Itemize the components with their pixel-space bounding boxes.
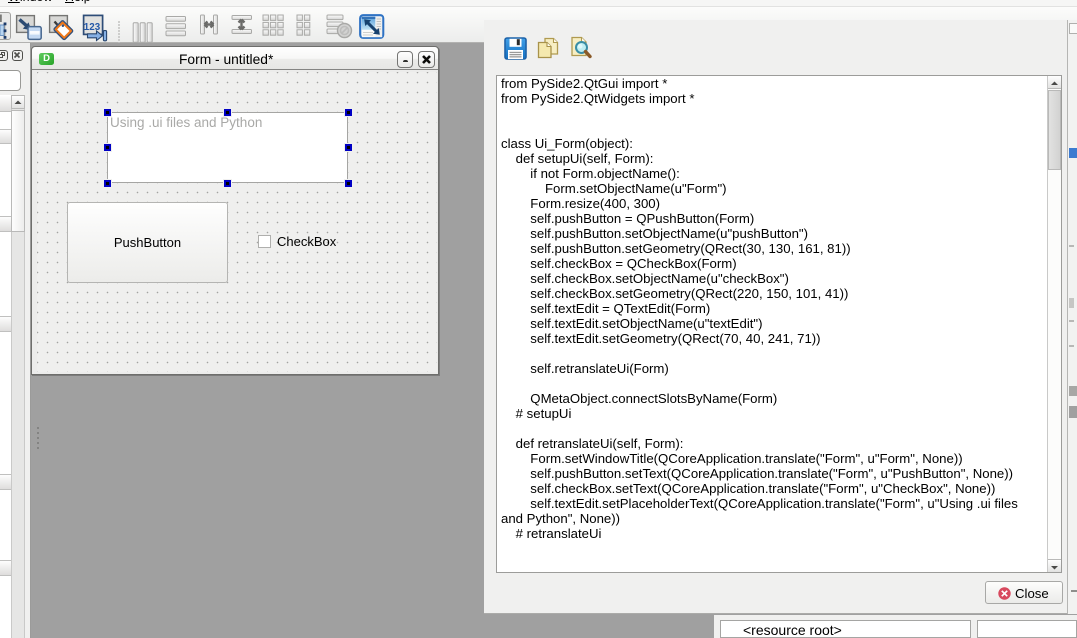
svg-text:123: 123 <box>84 22 101 33</box>
